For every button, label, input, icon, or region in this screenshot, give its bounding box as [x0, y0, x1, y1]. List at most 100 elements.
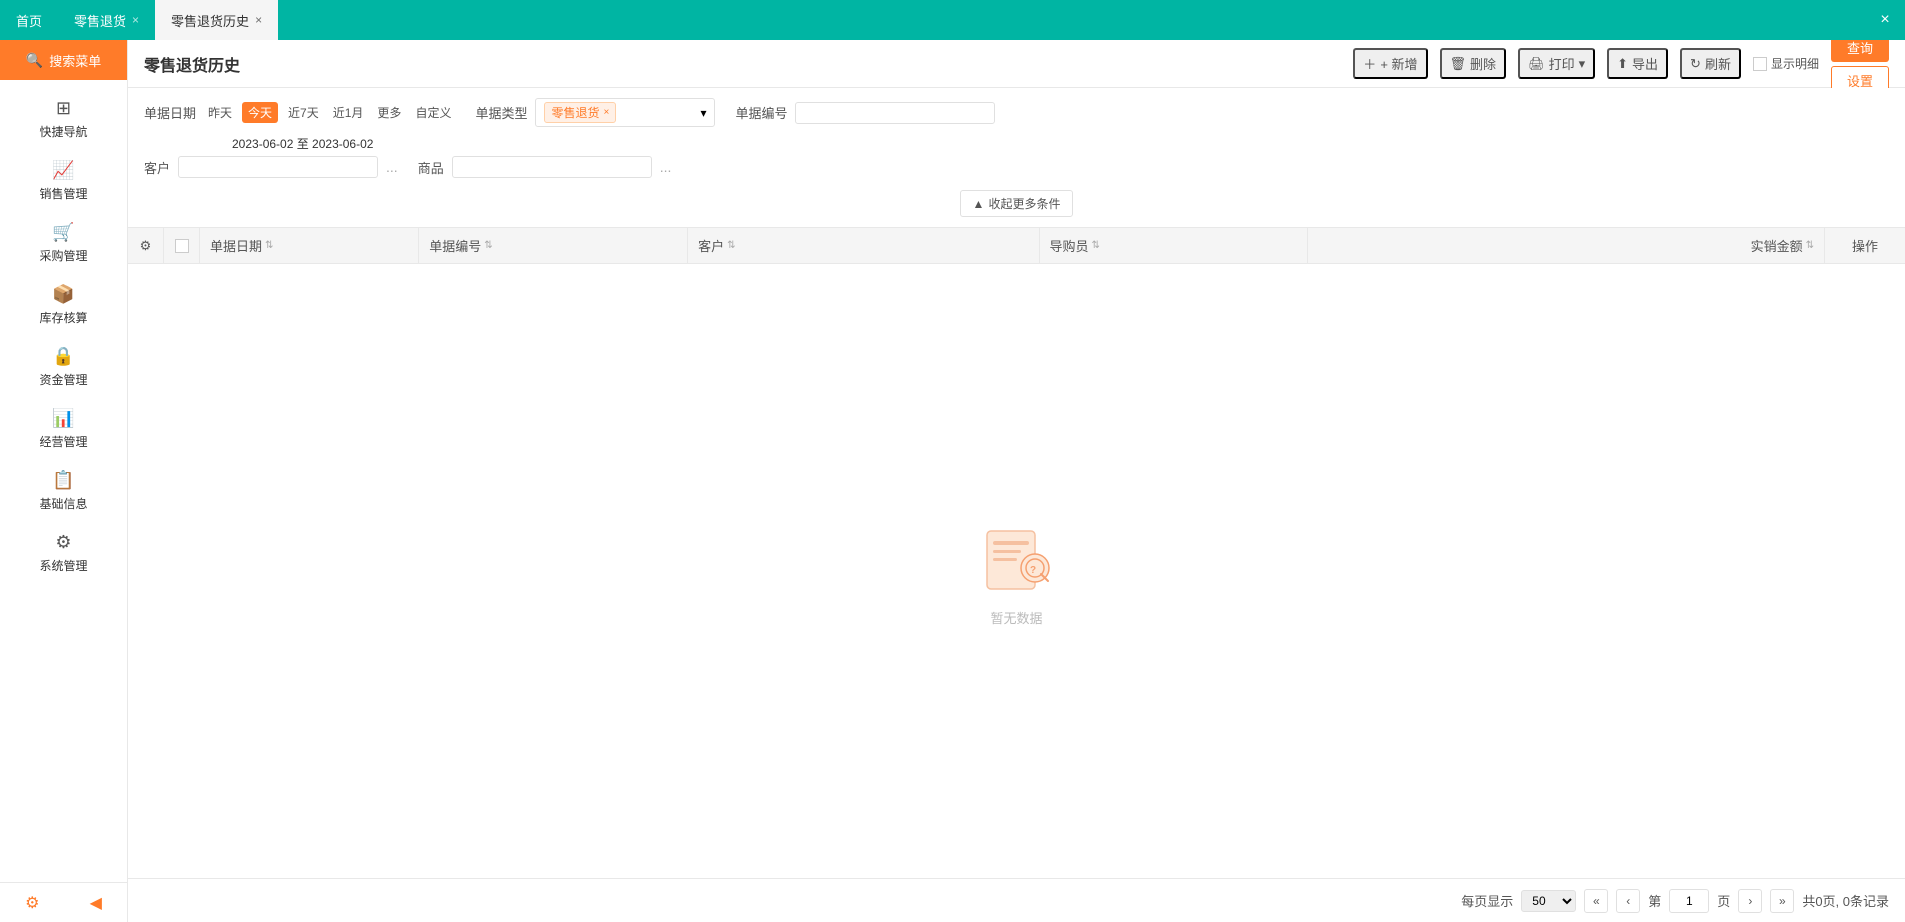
th-date-sort: ⇅ [265, 240, 273, 251]
settings-icon: ⚙ [140, 238, 152, 254]
no-filter-label: 单据编号 [735, 103, 787, 122]
collapse-button[interactable]: ▲ 收起更多条件 [960, 190, 1074, 217]
export-button[interactable]: ⬆ 导出 [1607, 48, 1668, 79]
refresh-button[interactable]: ↻ 刷新 [1680, 48, 1741, 79]
date-btn-group: 昨天 今天 近7天 近1月 更多 自定义 [204, 102, 455, 123]
date-range-text: 2023-06-02 至 2023-06-02 [232, 135, 373, 152]
filter-row-2: 客户 ... 商品 ... [144, 156, 1889, 178]
customer-dots: ... [386, 159, 398, 175]
tab-retail-return-history[interactable]: 零售退货历史 × [155, 0, 278, 40]
sidebar-item-quicknav[interactable]: ⊞ 快捷导航 [0, 88, 127, 150]
sales-icon: 📈 [52, 160, 74, 181]
sidebar-item-purchase[interactable]: 🛒 采购管理 [0, 212, 127, 274]
tab-home-label: 首页 [16, 11, 42, 30]
date-btn-custom[interactable]: 自定义 [411, 102, 455, 123]
sidebar-item-inventory[interactable]: 📦 库存核算 [0, 274, 127, 336]
th-customer-label: 客户 [698, 236, 724, 255]
sidebar-item-sales-label: 销售管理 [39, 185, 87, 202]
collapse-icon: ▲ [973, 197, 985, 211]
date-btn-more[interactable]: 更多 [373, 102, 405, 123]
tab-home[interactable]: 首页 [0, 0, 58, 40]
inventory-icon: 📦 [52, 284, 74, 305]
date-btn-7days[interactable]: 近7天 [284, 102, 323, 123]
svg-text:?: ? [1030, 565, 1036, 576]
page-title: 零售退货历史 [144, 52, 240, 76]
print-icon: 🖨 [1528, 56, 1545, 72]
page-unit-label: 页 [1717, 891, 1730, 910]
sidebar-item-purchase-label: 采购管理 [39, 247, 87, 264]
tab-retail-return-history-label: 零售退货历史 [171, 11, 249, 30]
th-checkbox[interactable] [164, 228, 200, 263]
sidebar-menu: ⊞ 快捷导航 📈 销售管理 🛒 采购管理 📦 库存核算 🔒 资金管理 📊 [0, 80, 127, 882]
prev-page-button[interactable]: ‹ [1616, 889, 1640, 913]
table-area: ⚙ 单据日期 ⇅ 单据编号 ⇅ 客户 ⇅ 导购员 [128, 228, 1905, 878]
pagination: 每页显示 50 100 200 « ‹ 第 页 › » 共0页, 0条记录 [128, 878, 1905, 922]
window-close-button[interactable]: × [1865, 0, 1905, 40]
empty-state: ? 暂无数据 [128, 264, 1905, 878]
empty-text: 暂无数据 [990, 608, 1042, 627]
tab-retail-return-close[interactable]: × [132, 13, 139, 27]
sidebar-item-finance[interactable]: 🔒 资金管理 [0, 336, 127, 398]
date-btn-yesterday[interactable]: 昨天 [204, 102, 236, 123]
page-number-input[interactable] [1669, 889, 1709, 913]
th-amount[interactable]: 实销金额 ⇅ [1308, 228, 1825, 263]
sidebar-item-system-label: 系统管理 [39, 557, 87, 574]
delete-button[interactable]: 🗑 删除 [1440, 48, 1507, 79]
tab-retail-return[interactable]: 零售退货 × [58, 0, 155, 40]
th-guide[interactable]: 导购员 ⇅ [1040, 228, 1309, 263]
print-button[interactable]: 🖨 打印 ▾ [1518, 48, 1595, 79]
sidebar-bottom: ⚙ ◀ [0, 882, 127, 922]
quicknav-icon: ⊞ [56, 98, 71, 119]
th-operation: 操作 [1825, 228, 1905, 263]
query-set-group: 查询 设置 [1831, 40, 1889, 95]
goods-filter-label: 商品 [418, 158, 444, 177]
print-dropdown-icon: ▾ [1579, 56, 1586, 72]
sidebar-item-baseinfo[interactable]: 📋 基础信息 [0, 460, 127, 522]
sidebar-item-baseinfo-label: 基础信息 [39, 495, 87, 512]
show-detail-label[interactable]: 显示明细 [1753, 55, 1819, 72]
filter-row-1: 单据日期 昨天 今天 近7天 近1月 更多 自定义 单据类型 [144, 98, 1889, 127]
show-detail-checkbox[interactable] [1753, 57, 1767, 71]
first-page-button[interactable]: « [1584, 889, 1608, 913]
sidebar-item-sales[interactable]: 📈 销售管理 [0, 150, 127, 212]
content-area: 零售退货历史 ＋ + 新增 🗑 删除 🖨 打印 ▾ ⬆ 导出 [128, 40, 1905, 922]
settings-bottom-icon[interactable]: ⚙ [25, 893, 39, 913]
add-button[interactable]: ＋ + 新增 [1353, 48, 1427, 79]
th-no-sort: ⇅ [484, 240, 492, 251]
th-operation-label: 操作 [1852, 236, 1878, 255]
th-date[interactable]: 单据日期 ⇅ [200, 228, 419, 263]
header-checkbox[interactable] [175, 239, 189, 253]
type-tag-close[interactable]: × [603, 107, 609, 118]
no-filter-input[interactable] [795, 102, 995, 124]
sidebar-item-system[interactable]: ⚙ 系统管理 [0, 522, 127, 584]
th-customer[interactable]: 客户 ⇅ [688, 228, 1039, 263]
collapse-row: ▲ 收起更多条件 [144, 186, 1889, 217]
search-icon: 🔍 [26, 52, 43, 69]
th-settings[interactable]: ⚙ [128, 228, 164, 263]
customer-filter-input[interactable] [178, 156, 378, 178]
date-btn-today[interactable]: 今天 [242, 102, 278, 123]
sidebar-item-operations[interactable]: 📊 经营管理 [0, 398, 127, 460]
date-btn-1month[interactable]: 近1月 [329, 102, 368, 123]
sidebar-search-button[interactable]: 🔍 搜索菜单 [0, 40, 127, 80]
per-page-select[interactable]: 50 100 200 [1521, 890, 1576, 912]
next-page-button[interactable]: › [1738, 889, 1762, 913]
last-page-button[interactable]: » [1770, 889, 1794, 913]
empty-illustration: ? [977, 516, 1057, 596]
tab-retail-return-label: 零售退货 [74, 11, 126, 30]
type-tag: 零售退货 × [544, 102, 616, 123]
filter-area: 单据日期 昨天 今天 近7天 近1月 更多 自定义 单据类型 [128, 88, 1905, 228]
type-filter: 单据类型 零售退货 × ▾ [475, 98, 715, 127]
th-amount-label: 实销金额 [1751, 236, 1803, 255]
export-icon: ⬆ [1617, 56, 1628, 72]
th-no[interactable]: 单据编号 ⇅ [419, 228, 688, 263]
tab-bar: 首页 零售退货 × 零售退货历史 × [0, 0, 1865, 40]
query-button[interactable]: 查询 [1831, 40, 1889, 62]
th-amount-sort: ⇅ [1806, 240, 1814, 251]
goods-filter-input[interactable] [452, 156, 652, 178]
tab-retail-return-history-close[interactable]: × [255, 13, 262, 27]
th-date-label: 单据日期 [210, 236, 262, 255]
collapse-sidebar-icon[interactable]: ◀ [90, 893, 102, 913]
type-filter-select[interactable]: 零售退货 × ▾ [535, 98, 715, 127]
sidebar-item-inventory-label: 库存核算 [39, 309, 87, 326]
